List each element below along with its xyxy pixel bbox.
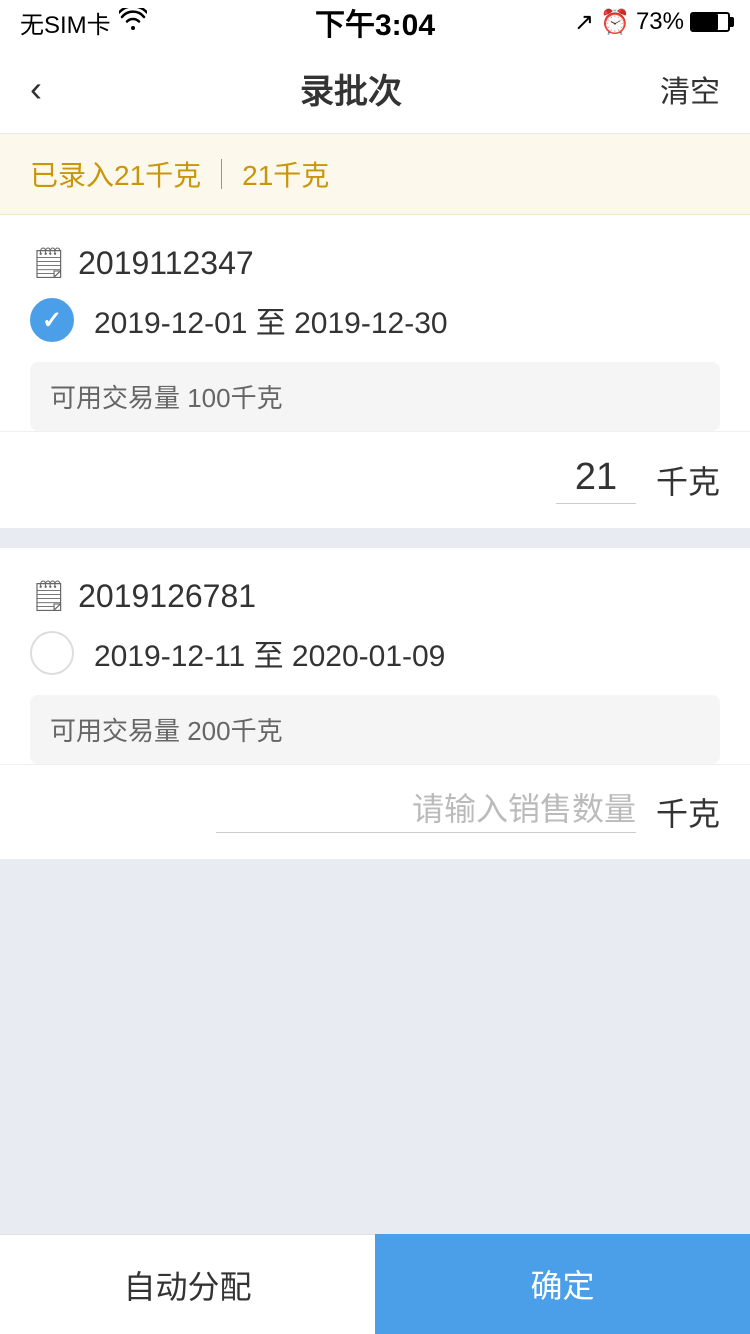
doc-icon-2: 🗒 (30, 579, 68, 614)
info-banner: 已录入21千克 21千克 (0, 134, 750, 215)
clear-button[interactable]: 清空 (660, 67, 720, 111)
status-bar: 无SIM卡 下午3:04 ↗ ⏰ 73% (0, 0, 750, 44)
batch-1-date: 2019-12-01 至 2019-12-30 (94, 298, 448, 342)
battery-percent: 73% (636, 8, 684, 36)
batch-2-header: 🗒 2019126781 (30, 578, 720, 615)
battery-icon (690, 12, 730, 32)
batch-1-amount-row: 21 千克 (0, 431, 750, 528)
batch-1-amount-unit: 千克 (656, 457, 720, 503)
batch-2-input-unit: 千克 (656, 789, 720, 835)
recorded-amount-value: 21千克 (242, 154, 329, 194)
batch-1-amount-value[interactable]: 21 (556, 456, 636, 504)
batch-1-radio[interactable] (30, 298, 74, 342)
carrier-label: 无SIM卡 (20, 5, 111, 40)
batch-1-number: 2019112347 (78, 245, 254, 282)
status-time: 下午3:04 (315, 0, 435, 44)
batch-2-input-row: 千克 (0, 764, 750, 859)
confirm-button[interactable]: 确定 (375, 1234, 750, 1334)
batch-card-2: 🗒 2019126781 2019-12-11 至 2020-01-09 可用交… (0, 548, 750, 764)
doc-icon-1: 🗒 (30, 246, 68, 281)
batch-2-radio[interactable] (30, 631, 74, 675)
status-left: 无SIM卡 (20, 5, 147, 40)
batch-2-date-row: 2019-12-11 至 2020-01-09 (30, 631, 720, 675)
wifi-icon (119, 8, 147, 37)
batch-card-1: 🗒 2019112347 2019-12-01 至 2019-12-30 可用交… (0, 215, 750, 431)
info-divider (221, 159, 222, 189)
nav-bar: ‹ 录批次 清空 (0, 44, 750, 134)
batch-1-date-row: 2019-12-01 至 2019-12-30 (30, 298, 720, 342)
status-right: ↗ ⏰ 73% (574, 8, 730, 37)
back-button[interactable]: ‹ (30, 68, 42, 110)
alarm-icon: ⏰ (600, 8, 630, 37)
recorded-amount-label: 已录入21千克 (30, 154, 201, 194)
batch-1-header: 🗒 2019112347 (30, 245, 720, 282)
batch-2-avail: 可用交易量 200千克 (30, 695, 720, 764)
quantity-input[interactable] (216, 791, 636, 833)
batch-2-date: 2019-12-11 至 2020-01-09 (94, 631, 445, 675)
bottom-bar: 自动分配 确定 (0, 1234, 750, 1334)
batch-2-number: 2019126781 (78, 578, 256, 615)
location-icon: ↗ (574, 8, 594, 37)
empty-area (0, 859, 750, 1239)
section-separator (0, 528, 750, 548)
batch-1-avail: 可用交易量 100千克 (30, 362, 720, 431)
page-title: 录批次 (300, 64, 402, 113)
auto-distribute-button[interactable]: 自动分配 (0, 1234, 375, 1334)
